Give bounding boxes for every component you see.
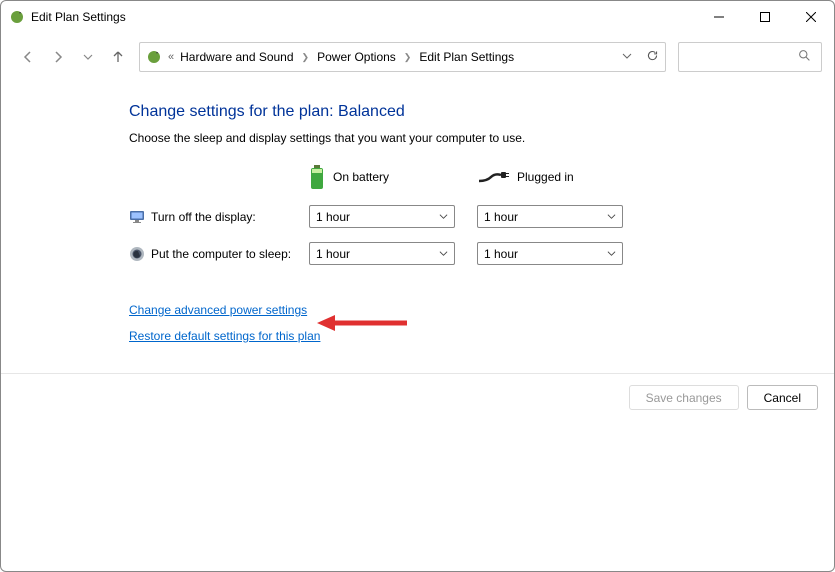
window-controls	[696, 1, 834, 33]
column-headers: On battery Plugged in	[129, 163, 814, 191]
display-label: Turn off the display:	[151, 210, 256, 224]
address-dropdown-icon[interactable]	[622, 50, 632, 64]
up-button[interactable]	[109, 48, 127, 66]
power-options-icon	[9, 9, 25, 25]
minimize-button[interactable]	[696, 1, 742, 33]
display-row: Turn off the display: 1 hour 1 hour	[129, 205, 814, 228]
plug-icon	[477, 169, 509, 185]
breadcrumb-item[interactable]: Hardware and Sound	[180, 50, 293, 64]
title-bar: Edit Plan Settings	[1, 1, 834, 33]
refresh-icon[interactable]	[646, 49, 659, 65]
power-options-icon	[146, 49, 162, 65]
display-icon	[129, 209, 145, 225]
back-button[interactable]	[19, 48, 37, 66]
sleep-plugged-dropdown[interactable]: 1 hour	[477, 242, 623, 265]
sleep-battery-dropdown[interactable]: 1 hour	[309, 242, 455, 265]
sleep-label: Put the computer to sleep:	[151, 247, 291, 261]
restore-defaults-link[interactable]: Restore default settings for this plan	[129, 329, 320, 343]
footer-buttons: Save changes Cancel	[629, 385, 818, 410]
chevron-down-icon	[607, 247, 616, 261]
window-title: Edit Plan Settings	[31, 10, 126, 24]
plugged-in-label: Plugged in	[517, 170, 574, 184]
recent-dropdown-icon[interactable]	[79, 48, 97, 66]
chevron-right-icon[interactable]: ❯	[300, 52, 312, 63]
forward-button[interactable]	[49, 48, 67, 66]
page-subtitle: Choose the sleep and display settings th…	[129, 131, 814, 145]
overflow-icon[interactable]: «	[168, 51, 174, 63]
display-plugged-dropdown[interactable]: 1 hour	[477, 205, 623, 228]
cancel-button[interactable]: Cancel	[747, 385, 818, 410]
sleep-row: Put the computer to sleep: 1 hour 1 hour	[129, 242, 814, 265]
annotation-arrow	[317, 313, 407, 336]
battery-icon	[309, 163, 325, 191]
maximize-button[interactable]	[742, 1, 788, 33]
advanced-settings-link[interactable]: Change advanced power settings	[129, 303, 307, 317]
chevron-down-icon	[607, 210, 616, 224]
content-area: Change settings for the plan: Balanced C…	[1, 75, 834, 375]
divider	[1, 373, 834, 374]
address-bar[interactable]: « Hardware and Sound ❯ Power Options ❯ E…	[139, 42, 666, 72]
navigation-toolbar: « Hardware and Sound ❯ Power Options ❯ E…	[1, 39, 834, 75]
chevron-down-icon	[439, 247, 448, 261]
breadcrumb-item[interactable]: Edit Plan Settings	[419, 50, 514, 64]
breadcrumb-item[interactable]: Power Options	[317, 50, 396, 64]
search-input[interactable]	[678, 42, 822, 72]
on-battery-label: On battery	[333, 170, 389, 184]
close-button[interactable]	[788, 1, 834, 33]
chevron-down-icon	[439, 210, 448, 224]
chevron-right-icon[interactable]: ❯	[402, 52, 414, 63]
save-button: Save changes	[629, 385, 739, 410]
search-icon	[798, 49, 811, 65]
display-battery-dropdown[interactable]: 1 hour	[309, 205, 455, 228]
page-title: Change settings for the plan: Balanced	[129, 103, 814, 121]
sleep-icon	[129, 246, 145, 262]
